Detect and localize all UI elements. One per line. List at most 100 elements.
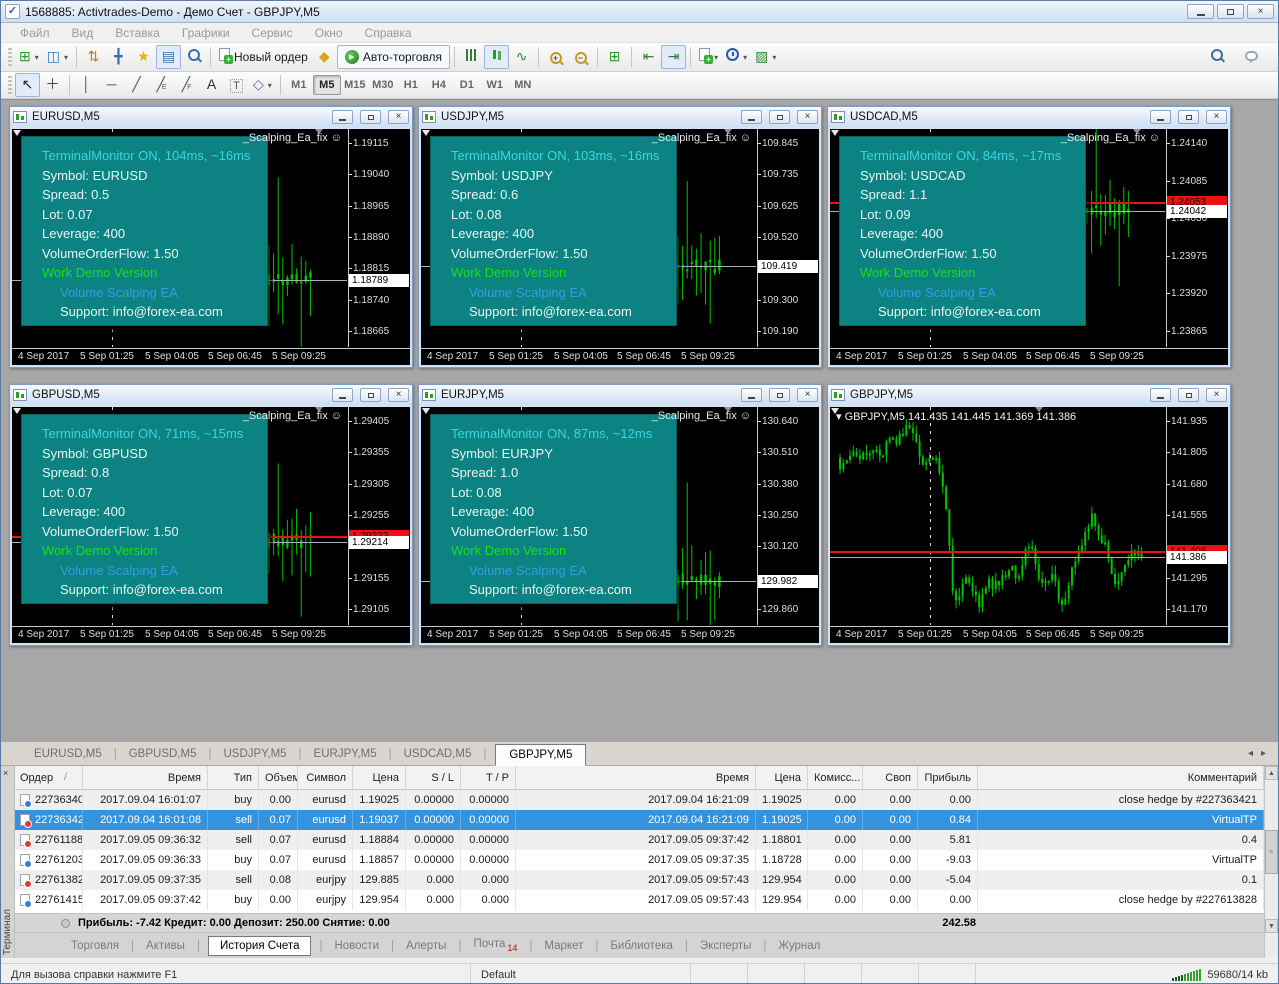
timeframe-w1-button[interactable]: W1 (481, 75, 509, 95)
column-header-close-price[interactable]: Цена (756, 766, 808, 789)
data-window-button[interactable]: ╋ (106, 45, 131, 69)
autotrade-button[interactable]: ▶ Авто-торговля (336, 45, 451, 69)
scroll-down-icon[interactable]: ▼ (1265, 919, 1278, 933)
terminal-close-icon[interactable]: × (3, 769, 8, 778)
equidistant-channel-button[interactable]: ╱E (149, 73, 174, 97)
chart-restore-button[interactable] (769, 388, 790, 402)
order-row-227614151[interactable]: 2276141512017.09.05 09:37:42buy0.00eurjp… (15, 890, 1264, 910)
column-header-close-time[interactable]: Время (516, 766, 756, 789)
menu-view[interactable]: Вид (61, 26, 105, 40)
chart-window-eurusd[interactable]: EURUSD,M5 × _Scalping_Ea_fix ☺ TerminalMonit… (9, 106, 413, 368)
chart-tab-gbpjpy[interactable]: GBPJPY,M5 (495, 743, 587, 766)
chart-window-usdcad[interactable]: USDCAD,M5 × _Scalping_Ea_fix ☺ TerminalMonit… (827, 106, 1231, 368)
column-header-tp[interactable]: T / P (461, 766, 516, 789)
time-scale[interactable]: 4 Sep 2017 5 Sep 01:25 5 Sep 04:05 5 Sep 06… (830, 626, 1228, 643)
chart-window-titlebar[interactable]: USDJPY,M5 × (419, 107, 821, 127)
zoom-out-button[interactable]: − (568, 45, 593, 69)
scrollbar-thumb[interactable]: ≡ (1265, 830, 1278, 874)
time-scale[interactable]: 4 Sep 2017 5 Sep 01:25 5 Sep 04:05 5 Sep 06… (421, 348, 819, 365)
window-minimize-button[interactable] (1187, 4, 1214, 19)
time-scale[interactable]: 4 Sep 2017 5 Sep 01:25 5 Sep 04:05 5 Sep 06… (830, 348, 1228, 365)
chart-tab-gbpusd[interactable]: GBPUSD,M5 (126, 746, 200, 762)
chart-minimize-button[interactable] (1150, 110, 1171, 124)
chart-window-titlebar[interactable]: USDCAD,M5 × (828, 107, 1230, 127)
price-scale[interactable]: 130.640 130.510 130.380 130.250 130.120 129.8… (757, 407, 819, 625)
column-header-symbol[interactable]: Символ (298, 766, 353, 789)
chart-minimize-button[interactable] (741, 388, 762, 402)
zoom-in-button[interactable]: + (543, 45, 568, 69)
order-row-227363421[interactable]: 2273634212017.09.04 16:01:08sell0.07euru… (15, 810, 1264, 830)
chart-tab-usdjpy[interactable]: USDJPY,M5 (220, 746, 289, 762)
timeframe-m30-button[interactable]: M30 (369, 75, 397, 95)
chart-minimize-button[interactable] (332, 110, 353, 124)
chart-bars-button[interactable] (459, 45, 484, 69)
window-restore-button[interactable] (1217, 4, 1244, 19)
term-tab-journal[interactable]: Журнал (774, 938, 824, 954)
timeframe-m15-button[interactable]: M15 (341, 75, 369, 95)
chart-window-usdjpy[interactable]: USDJPY,M5 × _Scalping_Ea_fix ☺ TerminalMonit… (418, 106, 822, 368)
column-header-comment[interactable]: Комментарий (978, 766, 1264, 789)
order-row-227612036[interactable]: 2276120362017.09.05 09:36:33buy0.07eurus… (15, 850, 1264, 870)
chart-restore-button[interactable] (769, 110, 790, 124)
timeframe-m1-button[interactable]: M1 (285, 75, 313, 95)
term-tab-library[interactable]: Библиотека (606, 938, 677, 954)
chart-minimize-button[interactable] (1150, 388, 1171, 402)
order-row-227613828[interactable]: 2276138282017.09.05 09:37:35sell0.08eurj… (15, 870, 1264, 890)
strategy-tester-button[interactable] (181, 45, 206, 69)
menu-tools[interactable]: Сервис (241, 26, 304, 40)
chart-plot-area[interactable]: _Scalping_Ea_fix ☺ TerminalMonitor ON, 84m… (830, 129, 1165, 347)
chart-close-button[interactable]: × (1206, 110, 1227, 124)
chart-line-button[interactable]: ∿ (509, 45, 534, 69)
menu-charts[interactable]: Графики (171, 26, 241, 40)
timeframe-m5-button[interactable]: M5 (312, 75, 341, 95)
timeframe-mn-button[interactable]: MN (509, 75, 537, 95)
menu-window[interactable]: Окно (304, 26, 354, 40)
text-label-button[interactable]: T (224, 73, 249, 97)
chat-button[interactable] (1239, 45, 1264, 69)
timeframe-h1-button[interactable]: H1 (397, 75, 425, 95)
cursor-button[interactable]: ↖ (15, 73, 40, 97)
column-header-order[interactable]: Ордер / (15, 766, 83, 789)
chart-plot-area[interactable]: _Scalping_Ea_fix ☺ TerminalMonitor ON, 71m… (12, 407, 347, 625)
chart-tab-usdcad[interactable]: USDCAD,M5 (401, 746, 475, 762)
navigator-button[interactable]: ★ (131, 45, 156, 69)
menu-insert[interactable]: Вставка (104, 26, 171, 40)
scroll-left-icon[interactable]: ◂ (1248, 748, 1253, 759)
auto-scroll-button[interactable]: ⇤ (636, 45, 661, 69)
column-header-commission[interactable]: Комисс... (808, 766, 863, 789)
time-scale[interactable]: 4 Sep 2017 5 Sep 01:25 5 Sep 04:05 5 Sep 06… (12, 626, 410, 643)
chart-close-button[interactable]: × (797, 388, 818, 402)
price-scale[interactable]: 109.845 109.735 109.625 109.520 109.300 109.1… (757, 129, 819, 347)
crosshair-button[interactable]: ＋ (40, 73, 65, 97)
menu-file[interactable]: Файл (9, 26, 61, 40)
scroll-up-icon[interactable]: ▲ (1265, 766, 1278, 780)
chart-restore-button[interactable] (360, 110, 381, 124)
chart-restore-button[interactable] (1178, 388, 1199, 402)
chart-minimize-button[interactable] (741, 110, 762, 124)
chart-window-gbpusd[interactable]: GBPUSD,M5 × _Scalping_Ea_fix ☺ TerminalMonit… (9, 384, 413, 646)
term-tab-trade[interactable]: Торговля (67, 938, 123, 954)
chart-plot-area[interactable]: _Scalping_Ea_fix ☺ TerminalMonitor ON, 87m… (421, 407, 756, 625)
term-tab-market[interactable]: Маркет (540, 938, 587, 954)
chart-restore-button[interactable] (360, 388, 381, 402)
trendline-button[interactable]: ╱ (124, 73, 149, 97)
window-titlebar[interactable]: ✓ 1568885: Activtrades-Demo - Демо Счет … (1, 1, 1278, 23)
new-chart-button[interactable]: ⊞ ▾ (15, 45, 43, 69)
term-tab-account-history[interactable]: История Счета (207, 935, 312, 956)
chart-close-button[interactable]: × (388, 110, 409, 124)
column-header-open-time[interactable]: Время (83, 766, 208, 789)
term-tab-mailbox[interactable]: Почта 14 (469, 936, 521, 954)
order-row-227363403[interactable]: 2273634032017.09.04 16:01:07buy0.00eurus… (15, 790, 1264, 810)
chart-candles-button[interactable] (484, 45, 510, 69)
column-header-volume[interactable]: Объем (259, 766, 298, 789)
chart-close-button[interactable]: × (1206, 388, 1227, 402)
chart-close-button[interactable]: × (797, 110, 818, 124)
profiles-button[interactable]: ◫ ▾ (43, 45, 72, 69)
term-tab-news[interactable]: Новости (330, 938, 383, 954)
templates-button[interactable]: ▨ ▾ (751, 45, 780, 69)
window-close-button[interactable]: × (1247, 4, 1274, 19)
horizontal-line-button[interactable]: ─ (99, 73, 124, 97)
term-tab-assets[interactable]: Активы (142, 938, 189, 954)
fibonacci-button[interactable]: ╱F (174, 73, 199, 97)
chart-window-titlebar[interactable]: EURUSD,M5 × (10, 107, 412, 127)
